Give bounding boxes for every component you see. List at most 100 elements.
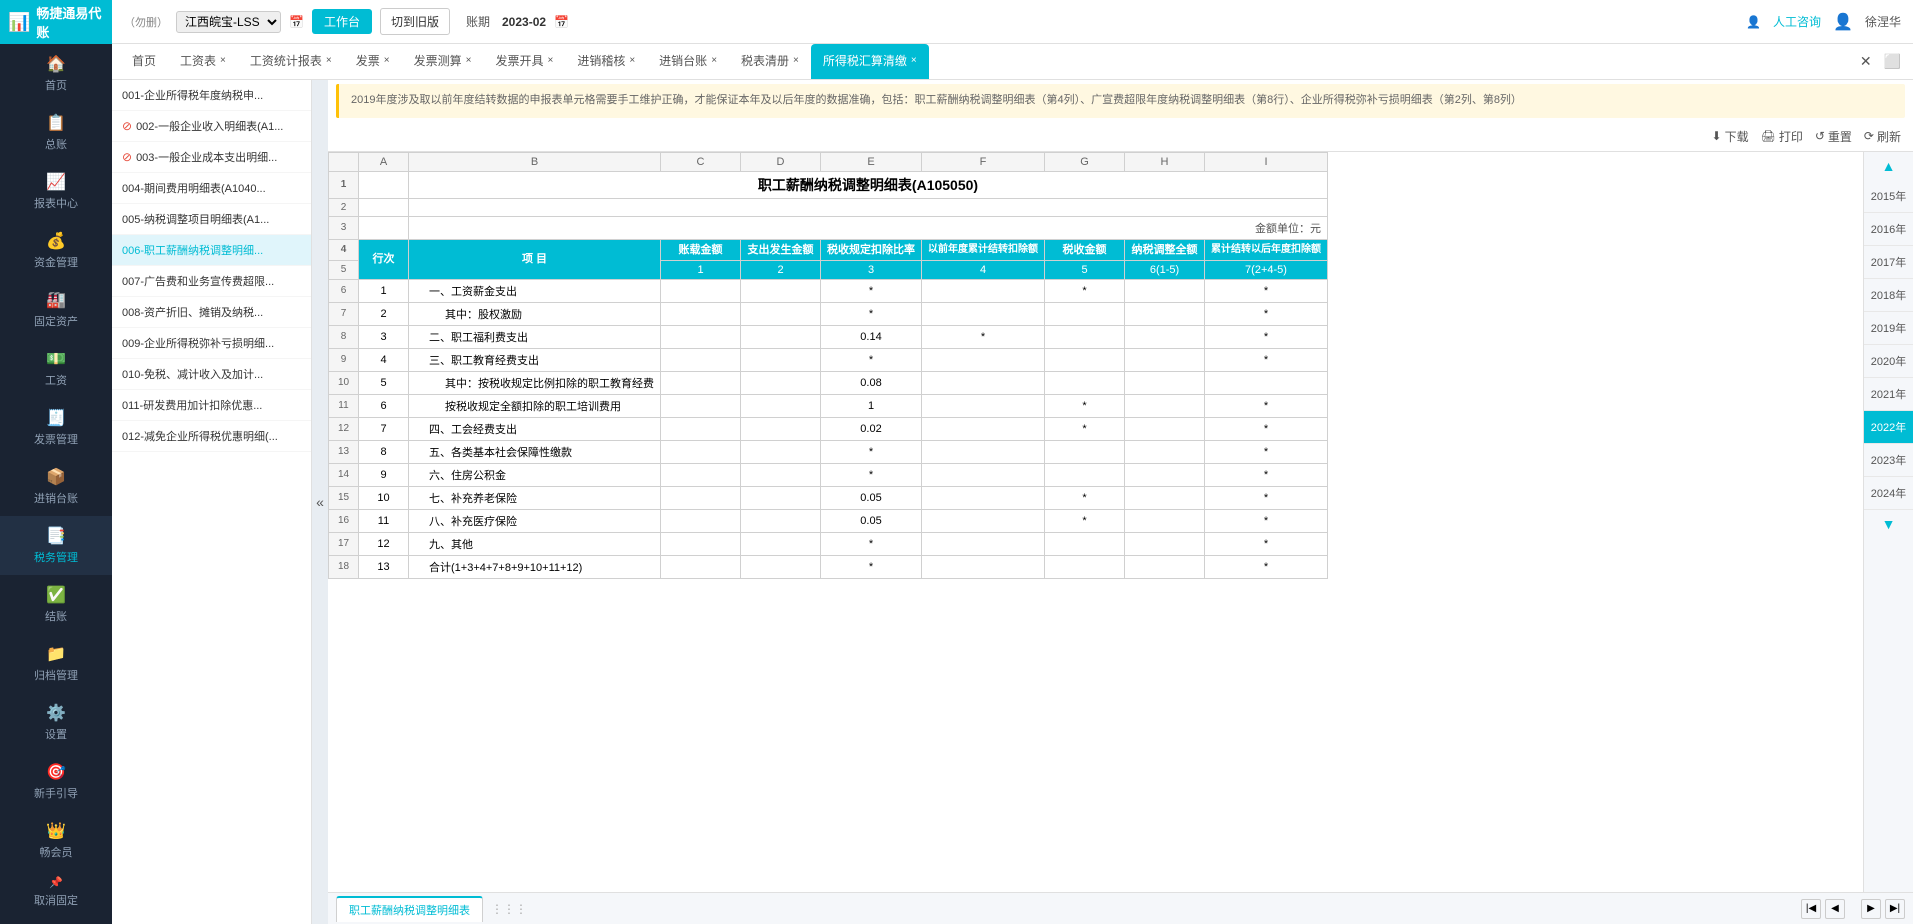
c6-cell[interactable]: [1125, 302, 1205, 325]
file-item-011[interactable]: 011-研发费用加计扣除优惠...: [112, 390, 311, 421]
c4-cell[interactable]: [922, 555, 1045, 578]
c4-cell[interactable]: [922, 532, 1045, 555]
c3-cell[interactable]: 0.08: [821, 371, 922, 394]
c5-cell[interactable]: [1045, 555, 1125, 578]
c3-cell[interactable]: 0.05: [821, 509, 922, 532]
c3-cell[interactable]: 1: [821, 394, 922, 417]
c2-cell[interactable]: [741, 509, 821, 532]
c3-cell[interactable]: 0.14: [821, 325, 922, 348]
c1-cell[interactable]: [661, 348, 741, 371]
c1-cell[interactable]: [661, 463, 741, 486]
tab-close-icon[interactable]: ×: [629, 55, 635, 66]
c1-cell[interactable]: [661, 440, 741, 463]
download-button[interactable]: ⬇ 下载: [1712, 128, 1749, 145]
sidebar-item-tax-mgmt[interactable]: 📑税务管理: [0, 516, 112, 575]
year-scroll-down-button[interactable]: ▼: [1864, 510, 1913, 538]
sheet-tab-active[interactable]: 职工薪酬纳税调整明细表: [336, 896, 483, 922]
item-cell[interactable]: 三、职工教育经费支出: [409, 348, 661, 371]
tab-工资表[interactable]: 工资表 ×: [168, 44, 238, 79]
file-item-001[interactable]: 001-企业所得税年度纳税申...: [112, 80, 311, 111]
tab-close-icon[interactable]: ×: [326, 55, 332, 66]
c5-cell[interactable]: *: [1045, 394, 1125, 417]
support-label[interactable]: 人工咨询: [1773, 13, 1821, 30]
file-item-003[interactable]: ⊘003-一般企业成本支出明细...: [112, 142, 311, 173]
item-cell[interactable]: 二、职工福利费支出: [409, 325, 661, 348]
c3-cell[interactable]: *: [821, 302, 922, 325]
c5-cell[interactable]: [1045, 302, 1125, 325]
c6-cell[interactable]: [1125, 486, 1205, 509]
scroll-left-start-button[interactable]: |◀: [1801, 899, 1821, 919]
switch-old-button[interactable]: 切到旧版: [380, 8, 450, 35]
c6-cell[interactable]: [1125, 394, 1205, 417]
c6-cell[interactable]: [1125, 532, 1205, 555]
c4-cell[interactable]: [922, 394, 1045, 417]
c7-cell[interactable]: *: [1205, 417, 1328, 440]
c7-cell[interactable]: *: [1205, 532, 1328, 555]
file-item-002[interactable]: ⊘002-一般企业收入明细表(A1...: [112, 111, 311, 142]
c4-cell[interactable]: [922, 371, 1045, 394]
c5-cell[interactable]: *: [1045, 279, 1125, 302]
c6-cell[interactable]: [1125, 463, 1205, 486]
c5-cell[interactable]: [1045, 532, 1125, 555]
reset-button[interactable]: ↺ 重置: [1815, 128, 1852, 145]
c7-cell[interactable]: *: [1205, 555, 1328, 578]
c6-cell[interactable]: [1125, 348, 1205, 371]
c2-cell[interactable]: [741, 302, 821, 325]
sidebar-item-vip[interactable]: 👑畅会员: [0, 811, 112, 860]
year-item-2016年[interactable]: 2016年: [1864, 213, 1913, 246]
close-tab-button[interactable]: ✕: [1856, 51, 1876, 72]
year-item-2015年[interactable]: 2015年: [1864, 180, 1913, 213]
c2-cell[interactable]: [741, 394, 821, 417]
c2-cell[interactable]: [741, 348, 821, 371]
c7-cell[interactable]: *: [1205, 325, 1328, 348]
c2-cell[interactable]: [741, 486, 821, 509]
year-scroll-up-button[interactable]: ▲: [1864, 152, 1913, 180]
tab-发票测算[interactable]: 发票测算 ×: [402, 44, 484, 79]
tab-首页[interactable]: 首页: [120, 44, 168, 79]
year-item-2021年[interactable]: 2021年: [1864, 378, 1913, 411]
c2-cell[interactable]: [741, 371, 821, 394]
c1-cell[interactable]: [661, 325, 741, 348]
c4-cell[interactable]: [922, 302, 1045, 325]
tab-close-icon[interactable]: ×: [793, 55, 799, 66]
collapse-panel-button[interactable]: «: [312, 80, 328, 924]
workbench-button[interactable]: 工作台: [312, 9, 372, 34]
tab-进销台账[interactable]: 进销台账 ×: [647, 44, 729, 79]
c1-cell[interactable]: [661, 279, 741, 302]
c5-cell[interactable]: [1045, 463, 1125, 486]
c3-cell[interactable]: *: [821, 532, 922, 555]
c6-cell[interactable]: [1125, 417, 1205, 440]
year-item-2019年[interactable]: 2019年: [1864, 312, 1913, 345]
tab-close-icon[interactable]: ×: [547, 55, 553, 66]
year-item-2020年[interactable]: 2020年: [1864, 345, 1913, 378]
year-item-2024年[interactable]: 2024年: [1864, 477, 1913, 510]
c4-cell[interactable]: [922, 440, 1045, 463]
item-cell[interactable]: 八、补充医疗保险: [409, 509, 661, 532]
file-item-010[interactable]: 010-免税、减计收入及加计...: [112, 359, 311, 390]
file-item-007[interactable]: 007-广告费和业务宣传费超限...: [112, 266, 311, 297]
c4-cell[interactable]: [922, 463, 1045, 486]
scroll-left-button[interactable]: ◀: [1825, 899, 1845, 919]
c3-cell[interactable]: *: [821, 348, 922, 371]
file-item-009[interactable]: 009-企业所得税弥补亏损明细...: [112, 328, 311, 359]
c6-cell[interactable]: [1125, 509, 1205, 532]
item-cell[interactable]: 合计(1+3+4+7+8+9+10+11+12): [409, 555, 661, 578]
tab-close-icon[interactable]: ×: [911, 55, 917, 66]
item-cell[interactable]: 其中：按税收规定比例扣除的职工教育经费: [409, 371, 661, 394]
c4-cell[interactable]: [922, 486, 1045, 509]
item-cell[interactable]: 一、工资薪金支出: [409, 279, 661, 302]
year-item-2023年[interactable]: 2023年: [1864, 444, 1913, 477]
tab-发票[interactable]: 发票 ×: [344, 44, 402, 79]
tab-close-icon[interactable]: ×: [384, 55, 390, 66]
maximize-tab-button[interactable]: ⬜: [1880, 51, 1905, 72]
tab-进销稽核[interactable]: 进销稽核 ×: [565, 44, 647, 79]
c6-cell[interactable]: [1125, 555, 1205, 578]
c1-cell[interactable]: [661, 371, 741, 394]
spreadsheet-content[interactable]: A B C D E F G H I: [328, 152, 1863, 892]
c3-cell[interactable]: *: [821, 279, 922, 302]
c5-cell[interactable]: *: [1045, 509, 1125, 532]
c7-cell[interactable]: [1205, 371, 1328, 394]
c5-cell[interactable]: [1045, 440, 1125, 463]
c7-cell[interactable]: *: [1205, 348, 1328, 371]
c3-cell[interactable]: *: [821, 440, 922, 463]
